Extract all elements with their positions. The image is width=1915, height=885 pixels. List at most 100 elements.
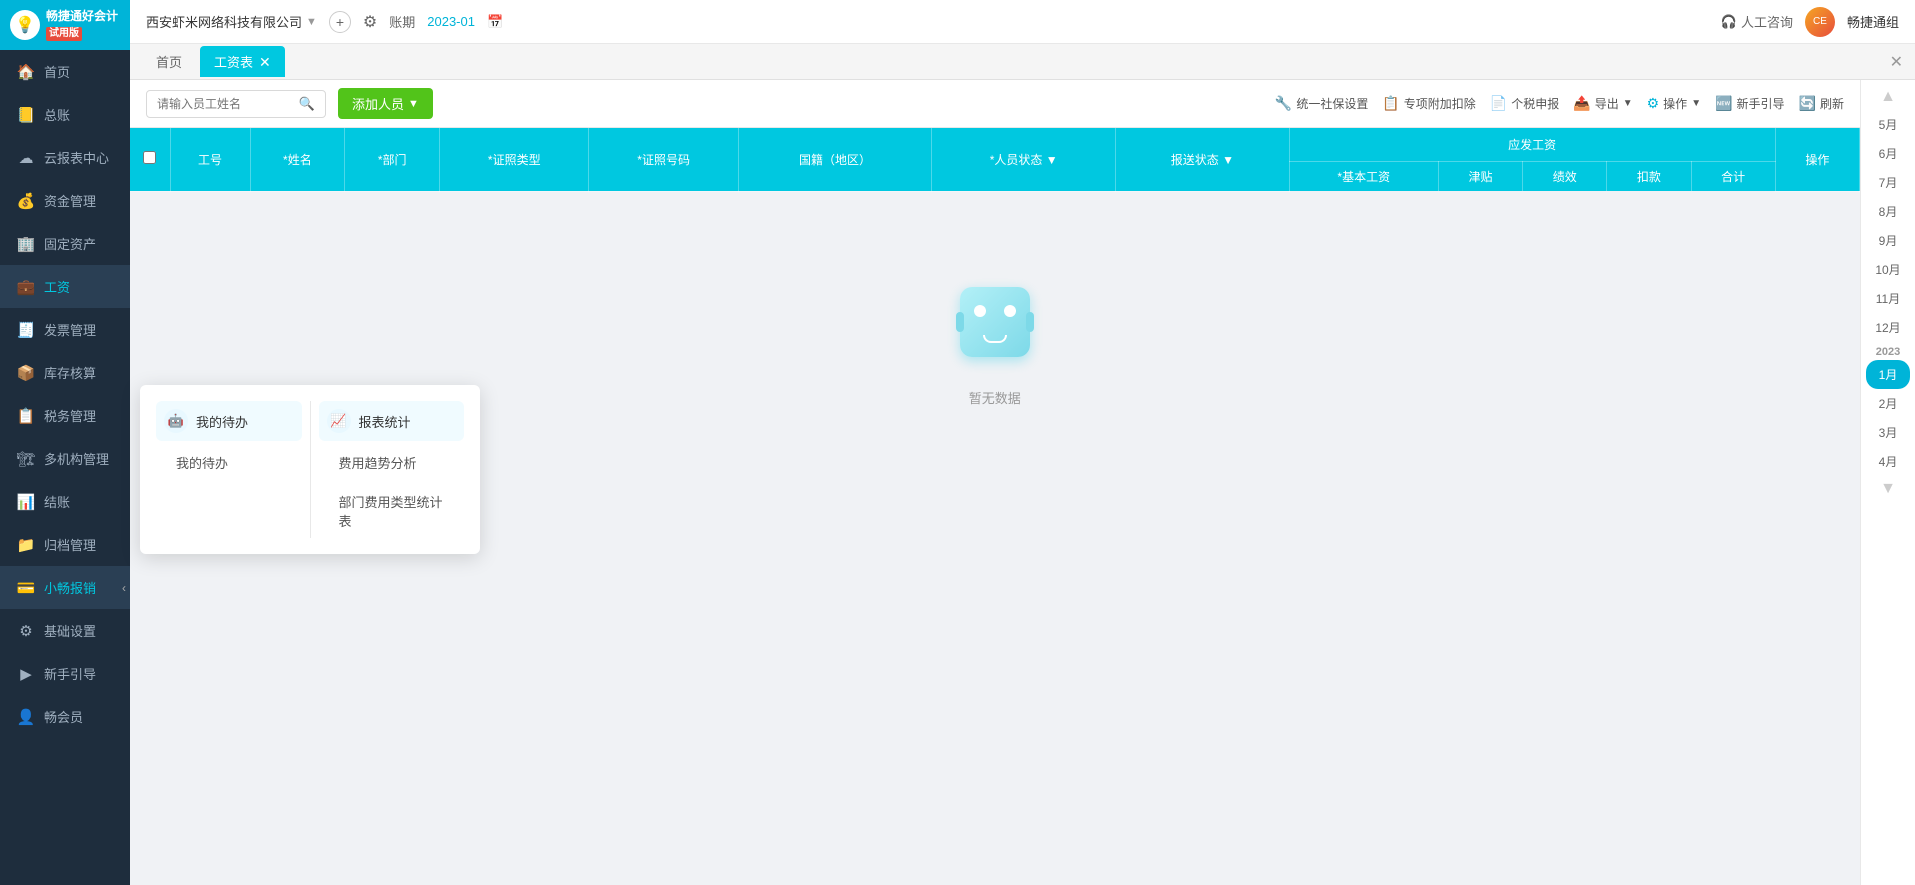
sidebar-item-member[interactable]: 👤 畅会员 <box>0 695 130 738</box>
refresh-icon: 🔄 <box>1799 95 1816 112</box>
month-item-5[interactable]: 5月 <box>1861 110 1915 139</box>
sidebar-item-asset[interactable]: 🏢 固定资产 <box>0 222 130 265</box>
toolbar: 🔍 添加人员 ▼ 🔧 统一社保设置 📋 专项附加扣除 <box>130 80 1860 128</box>
company-selector[interactable]: 西安虾米网络科技有限公司 ▼ <box>146 12 317 31</box>
sidebar-item-cloud[interactable]: ☁ 云报表中心 <box>0 136 130 179</box>
col-salary-group: 应发工资 <box>1289 128 1775 162</box>
calendar-icon[interactable]: 📅 <box>487 14 503 30</box>
company-dropdown-icon: ▼ <box>306 16 317 28</box>
month-item-8[interactable]: 8月 <box>1861 197 1915 226</box>
my-todo-section-header[interactable]: 🤖 我的待办 <box>156 401 302 441</box>
xiaochang-icon: 💳 <box>16 579 36 597</box>
sidebar-label-multi: 多机构管理 <box>44 449 109 468</box>
sidebar-label-home: 首页 <box>44 62 70 81</box>
sidebar-label-tax: 税务管理 <box>44 406 96 425</box>
tab-bar: 首页 工资表 ✕ ✕ <box>130 44 1915 80</box>
month-item-1-active[interactable]: 1月 <box>1866 360 1909 389</box>
robot-ear-right <box>1026 312 1034 332</box>
settle-icon: 📊 <box>16 493 36 511</box>
col-status[interactable]: *人员状态 ▼ <box>932 128 1116 191</box>
sidebar-item-newbie[interactable]: ▶ 新手引导 <box>0 652 130 695</box>
inventory-icon: 📦 <box>16 364 36 382</box>
export-label: 导出 <box>1595 95 1619 112</box>
sidebar-label-inventory: 库存核算 <box>44 363 96 382</box>
user-avatar: CE <box>1805 7 1835 37</box>
basic-icon: ⚙ <box>16 622 36 640</box>
month-item-6[interactable]: 6月 <box>1861 139 1915 168</box>
year-2023-label: 2023 <box>1876 346 1900 358</box>
sidebar-item-salary[interactable]: 💼 工资 <box>0 265 130 308</box>
sidebar-label-member: 畅会员 <box>44 707 83 726</box>
month-item-7[interactable]: 7月 <box>1861 168 1915 197</box>
sidebar-item-multi[interactable]: 🏗 多机构管理 <box>0 437 130 480</box>
sidebar-item-basic[interactable]: ⚙ 基础设置 <box>0 609 130 652</box>
col-checkbox[interactable] <box>130 128 170 191</box>
sidebar-label-invoice: 发票管理 <box>44 320 96 339</box>
add-company-button[interactable]: + <box>329 11 351 33</box>
month-item-4[interactable]: 4月 <box>1861 447 1915 476</box>
col-basic-salary: *基本工资 <box>1289 162 1438 192</box>
tab-bar-close[interactable]: ✕ <box>1890 52 1903 72</box>
social-insurance-action[interactable]: 🔧 统一社保设置 <box>1275 95 1368 112</box>
sidebar-item-invoice[interactable]: 🧾 发票管理 <box>0 308 130 351</box>
toolbar-actions: 🔧 统一社保设置 📋 专项附加扣除 📄 个税申报 📤 导出 ▼ <box>1275 95 1844 112</box>
refresh-action[interactable]: 🔄 刷新 <box>1799 95 1844 112</box>
tax-icon: 📋 <box>16 407 36 425</box>
settings-icon[interactable]: ⚙ <box>363 12 377 32</box>
month-item-3[interactable]: 3月 <box>1861 418 1915 447</box>
dropdown-col-right: 📈 报表统计 费用趋势分析 部门费用类型统计表 <box>319 401 465 538</box>
close-all-icon[interactable]: ✕ <box>1890 54 1903 71</box>
search-input[interactable] <box>157 97 293 111</box>
tab-close-icon[interactable]: ✕ <box>259 55 271 69</box>
newbie-icon: ▶ <box>16 665 36 683</box>
operate-label: 操作 <box>1663 95 1687 112</box>
search-icon[interactable]: 🔍 <box>299 96 315 112</box>
user-name[interactable]: 畅捷通组 <box>1847 12 1899 31</box>
topbar: 西安虾米网络科技有限公司 ▼ + ⚙ 账期 2023-01 📅 🎧 人工咨询 C… <box>130 0 1915 44</box>
tab-home-label: 首页 <box>156 55 182 70</box>
my-todo-item-label: 我的待办 <box>176 456 228 471</box>
month-item-11[interactable]: 11月 <box>1861 284 1915 313</box>
support-button[interactable]: 🎧 人工咨询 <box>1721 12 1793 31</box>
operate-action[interactable]: ⚙ 操作 ▼ <box>1647 95 1701 112</box>
col-report-status[interactable]: 报送状态 ▼ <box>1116 128 1289 191</box>
sidebar-item-inventory[interactable]: 📦 库存核算 <box>0 351 130 394</box>
sidebar: 💡 畅捷通好会计 试用版 🏠 首页 📒 总账 ☁ 云报表中心 💰 资金管理 🏢 … <box>0 0 130 885</box>
multi-icon: 🏗 <box>16 450 36 468</box>
month-item-2[interactable]: 2月 <box>1861 389 1915 418</box>
guide-action[interactable]: 🆕 新手引导 <box>1715 95 1784 112</box>
guide-icon: 🆕 <box>1715 95 1732 112</box>
col-deduct: 扣款 <box>1607 162 1691 192</box>
export-dropdown-icon: ▼ <box>1623 98 1633 109</box>
month-item-12[interactable]: 12月 <box>1861 313 1915 342</box>
report-stats-title: 报表统计 <box>359 412 411 431</box>
month-panel: ▲ 5月 6月 7月 8月 9月 10月 11月 12月 2023 1月 2月 … <box>1860 80 1915 885</box>
sidebar-item-archive[interactable]: 📁 归档管理 <box>0 523 130 566</box>
month-item-9[interactable]: 9月 <box>1861 226 1915 255</box>
tab-home[interactable]: 首页 <box>142 46 196 77</box>
sidebar-item-tax[interactable]: 📋 税务管理 <box>0 394 130 437</box>
export-action[interactable]: 📤 导出 ▼ <box>1573 95 1632 112</box>
dropdown-columns: 🤖 我的待办 我的待办 📈 报表统计 费用趋势分析 部门费用类型统计表 <box>156 401 464 538</box>
tax-report-action[interactable]: 📄 个税申报 <box>1490 95 1559 112</box>
month-nav-up[interactable]: ▲ <box>1876 84 1900 110</box>
dropdown-divider <box>310 401 311 538</box>
add-person-button[interactable]: 添加人员 ▼ <box>338 88 433 119</box>
cloud-icon: ☁ <box>16 149 36 167</box>
select-all-checkbox[interactable] <box>143 151 156 164</box>
my-todo-item[interactable]: 我的待办 <box>164 445 302 480</box>
sidebar-item-home[interactable]: 🏠 首页 <box>0 50 130 93</box>
app-title: 畅捷通好会计 <box>46 9 118 23</box>
sidebar-item-ledger[interactable]: 📒 总账 <box>0 93 130 136</box>
sidebar-item-fund[interactable]: 💰 资金管理 <box>0 179 130 222</box>
tab-salary[interactable]: 工资表 ✕ <box>200 46 285 77</box>
month-nav-down[interactable]: ▼ <box>1876 476 1900 502</box>
sidebar-item-settle[interactable]: 📊 结账 <box>0 480 130 523</box>
sidebar-item-xiaochang[interactable]: 💳 小畅报销 ‹ <box>0 566 130 609</box>
special-deduction-action[interactable]: 📋 专项附加扣除 <box>1382 95 1475 112</box>
expense-trend-label: 费用趋势分析 <box>339 456 417 471</box>
dept-expense-item[interactable]: 部门费用类型统计表 <box>327 484 465 538</box>
month-item-10[interactable]: 10月 <box>1861 255 1915 284</box>
report-stats-section-header[interactable]: 📈 报表统计 <box>319 401 465 441</box>
expense-trend-item[interactable]: 费用趋势分析 <box>327 445 465 480</box>
